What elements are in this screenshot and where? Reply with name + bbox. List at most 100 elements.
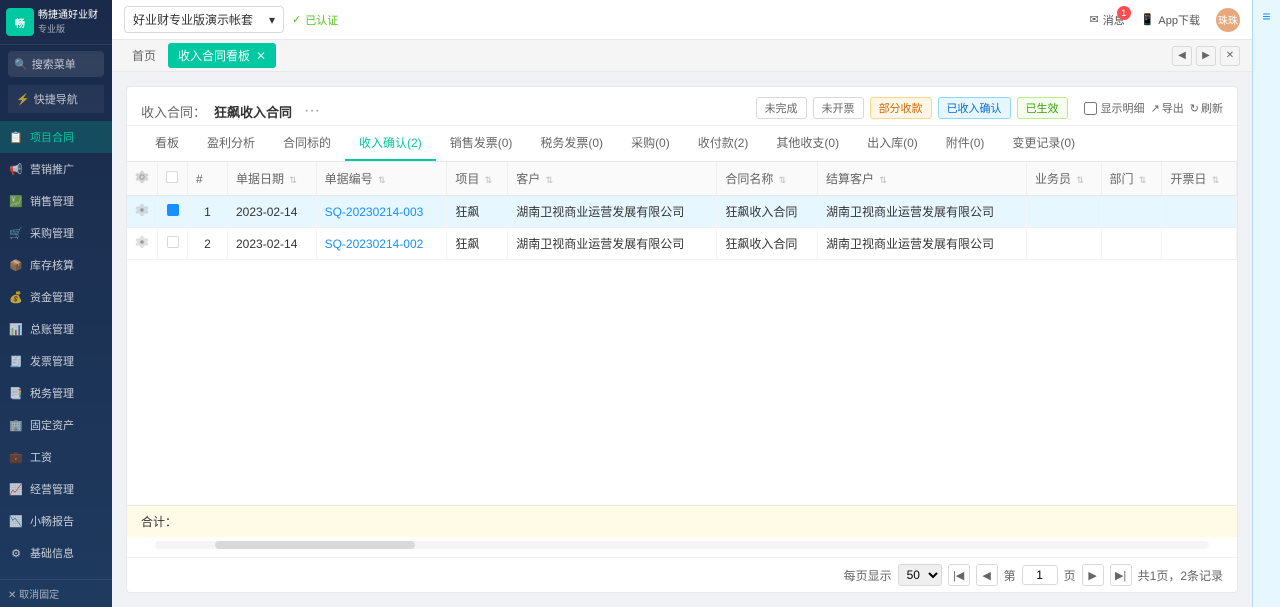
more-button[interactable]: ··· bbox=[300, 102, 324, 120]
invoice-icon: 🧾 bbox=[8, 353, 24, 369]
col-open-date-header[interactable]: 开票日 ⇅ bbox=[1162, 162, 1237, 196]
search-menu-button[interactable]: 🔍 搜索菜单 bbox=[8, 51, 104, 77]
col-customer-header[interactable]: 客户 ⇅ bbox=[508, 162, 717, 196]
tab-active[interactable]: 收入合同看板 ✕ bbox=[168, 43, 276, 68]
sidebar-item-marketing[interactable]: 📢 营销推广 bbox=[0, 153, 112, 185]
tab-attachment[interactable]: 附件(0) bbox=[932, 126, 999, 161]
status-active[interactable]: 已生效 bbox=[1017, 97, 1068, 119]
table-row[interactable]: 1 2023-02-14 SQ-20230214-003 狂飙 湖南卫视商业运营… bbox=[127, 196, 1237, 228]
tab-change-log[interactable]: 变更记录(0) bbox=[998, 126, 1089, 161]
topbar: 好业财专业版演示帐套 ▾ ✓ 已认证 ✉ 1 消息 📱 App下载 珠珠 bbox=[112, 0, 1252, 40]
horizontal-scrollbar[interactable] bbox=[155, 541, 1209, 549]
sidebar-item-label: 营销推广 bbox=[30, 161, 74, 177]
report-icon: 📉 bbox=[8, 513, 24, 529]
tab-other-income[interactable]: 其他收支(0) bbox=[762, 126, 853, 161]
status-not-done[interactable]: 未完成 bbox=[756, 97, 807, 119]
col-gear-header[interactable] bbox=[127, 162, 158, 196]
asset-icon: 🏢 bbox=[8, 417, 24, 433]
user-avatar-action[interactable]: 珠珠 bbox=[1216, 8, 1240, 32]
sidebar-item-label: 资金管理 bbox=[30, 289, 74, 305]
row-gear[interactable] bbox=[127, 196, 158, 228]
sidebar-item-purchase[interactable]: 🛒 采购管理 bbox=[0, 217, 112, 249]
status-not-invoiced[interactable]: 未开票 bbox=[813, 97, 864, 119]
row-check[interactable] bbox=[158, 228, 188, 260]
row-open-date bbox=[1162, 228, 1237, 260]
select-all-checkbox[interactable] bbox=[166, 171, 178, 183]
tab-profit[interactable]: 盈利分析 bbox=[193, 126, 269, 161]
col-dept-header[interactable]: 部门 ⇅ bbox=[1101, 162, 1162, 196]
unpin-button[interactable]: ✕ 取消固定 bbox=[0, 579, 112, 607]
tab-prev-button[interactable]: ◀ bbox=[1172, 46, 1192, 66]
sidebar-item-invoice[interactable]: 🧾 发票管理 bbox=[0, 345, 112, 377]
row-code-link[interactable]: SQ-20230214-002 bbox=[325, 237, 424, 251]
table-row[interactable]: 2 2023-02-14 SQ-20230214-002 狂飙 湖南卫视商业运营… bbox=[127, 228, 1237, 260]
row-code[interactable]: SQ-20230214-002 bbox=[316, 228, 447, 260]
app-download-action[interactable]: 📱 App下载 bbox=[1141, 12, 1200, 28]
sidebar-item-project[interactable]: 📋 项目合同 bbox=[0, 121, 112, 153]
tab-payment[interactable]: 收付款(2) bbox=[684, 126, 763, 161]
right-panel[interactable]: ≡ bbox=[1252, 0, 1280, 607]
active-tab-label: 收入合同看板 bbox=[178, 47, 250, 64]
page-number-input[interactable] bbox=[1022, 565, 1058, 585]
message-action[interactable]: ✉ 1 消息 bbox=[1090, 12, 1125, 28]
tab-close-all-button[interactable]: ✕ bbox=[1220, 46, 1240, 66]
sidebar-item-basic[interactable]: ⚙ 基础信息 bbox=[0, 537, 112, 569]
refresh-button[interactable]: ↻ 刷新 bbox=[1190, 100, 1223, 116]
col-code-header[interactable]: 单据编号 ⇅ bbox=[316, 162, 447, 196]
tab-home[interactable]: 首页 bbox=[124, 47, 164, 64]
row-checkbox[interactable] bbox=[167, 236, 179, 248]
row-checkbox[interactable] bbox=[167, 204, 179, 216]
row-code[interactable]: SQ-20230214-003 bbox=[316, 196, 447, 228]
sidebar-item-inventory[interactable]: 📦 库存核算 bbox=[0, 249, 112, 281]
contract-prefix: 收入合同： bbox=[141, 102, 206, 121]
tab-purchase[interactable]: 采购(0) bbox=[617, 126, 684, 161]
sidebar-item-tax[interactable]: 📑 税务管理 bbox=[0, 377, 112, 409]
page-size-select[interactable]: 50 bbox=[898, 564, 942, 586]
tab-next-button[interactable]: ▶ bbox=[1196, 46, 1216, 66]
tab-tax-invoice[interactable]: 税务发票(0) bbox=[526, 126, 617, 161]
first-page-button[interactable]: |◀ bbox=[948, 564, 970, 586]
prev-page-button[interactable]: ◀ bbox=[976, 564, 998, 586]
col-project-header[interactable]: 项目 ⇅ bbox=[447, 162, 508, 196]
status-partial[interactable]: 部分收款 bbox=[870, 97, 932, 119]
row-gear[interactable] bbox=[127, 228, 158, 260]
col-salesman-label: 业务员 bbox=[1035, 172, 1071, 186]
col-date-header[interactable]: 单据日期 ⇅ bbox=[228, 162, 317, 196]
tab-close-button[interactable]: ✕ bbox=[256, 49, 266, 63]
col-salesman-header[interactable]: 业务员 ⇅ bbox=[1027, 162, 1101, 196]
unpin-label: ✕ 取消固定 bbox=[8, 586, 59, 601]
export-button[interactable]: ↗ 导出 bbox=[1151, 100, 1184, 116]
company-selector[interactable]: 好业财专业版演示帐套 ▾ bbox=[124, 6, 284, 33]
sidebar-item-asset[interactable]: 🏢 固定资产 bbox=[0, 409, 112, 441]
scroll-thumb[interactable] bbox=[215, 541, 415, 549]
next-page-button[interactable]: ▶ bbox=[1082, 564, 1104, 586]
labor-icon: 💼 bbox=[8, 449, 24, 465]
status-confirmed[interactable]: 已收入确认 bbox=[938, 97, 1011, 119]
col-check-header[interactable] bbox=[158, 162, 188, 196]
company-name: 好业财专业版演示帐套 bbox=[133, 11, 265, 28]
col-settle-customer-header[interactable]: 结算客户 ⇅ bbox=[817, 162, 1026, 196]
sidebar-item-capital[interactable]: 💰 资金管理 bbox=[0, 281, 112, 313]
tab-sales-invoice[interactable]: 销售发票(0) bbox=[436, 126, 527, 161]
row-check[interactable] bbox=[158, 196, 188, 228]
sidebar-item-sales[interactable]: 💹 销售管理 bbox=[0, 185, 112, 217]
sidebar-item-report[interactable]: 📉 小畅报告 bbox=[0, 505, 112, 537]
row-code-link[interactable]: SQ-20230214-003 bbox=[325, 205, 424, 219]
last-page-button[interactable]: ▶| bbox=[1110, 564, 1132, 586]
sidebar-item-mgmt[interactable]: 📈 经营管理 bbox=[0, 473, 112, 505]
tab-warehouse[interactable]: 出入库(0) bbox=[853, 126, 932, 161]
chevron-down-icon: ▾ bbox=[269, 13, 275, 27]
sidebar-item-general[interactable]: 📊 总账管理 bbox=[0, 313, 112, 345]
show-detail-input[interactable] bbox=[1084, 102, 1097, 115]
col-contract-header[interactable]: 合同名称 ⇅ bbox=[717, 162, 818, 196]
quick-nav-button[interactable]: ⚡ 快捷导航 bbox=[8, 85, 104, 113]
check-icon: ✓ bbox=[292, 13, 301, 26]
show-detail-checkbox[interactable]: 显示明细 bbox=[1084, 100, 1145, 116]
sidebar-item-labor[interactable]: 💼 工资 bbox=[0, 441, 112, 473]
row-salesman bbox=[1027, 196, 1101, 228]
tab-contract-subject[interactable]: 合同标的 bbox=[269, 126, 345, 161]
tab-revenue-confirm[interactable]: 收入确认(2) bbox=[345, 126, 436, 161]
sidebar-item-label: 工资 bbox=[30, 449, 52, 465]
status-tags: 未完成 未开票 部分收款 已收入确认 已生效 bbox=[756, 97, 1068, 119]
tab-kanban[interactable]: 看板 bbox=[141, 126, 193, 161]
